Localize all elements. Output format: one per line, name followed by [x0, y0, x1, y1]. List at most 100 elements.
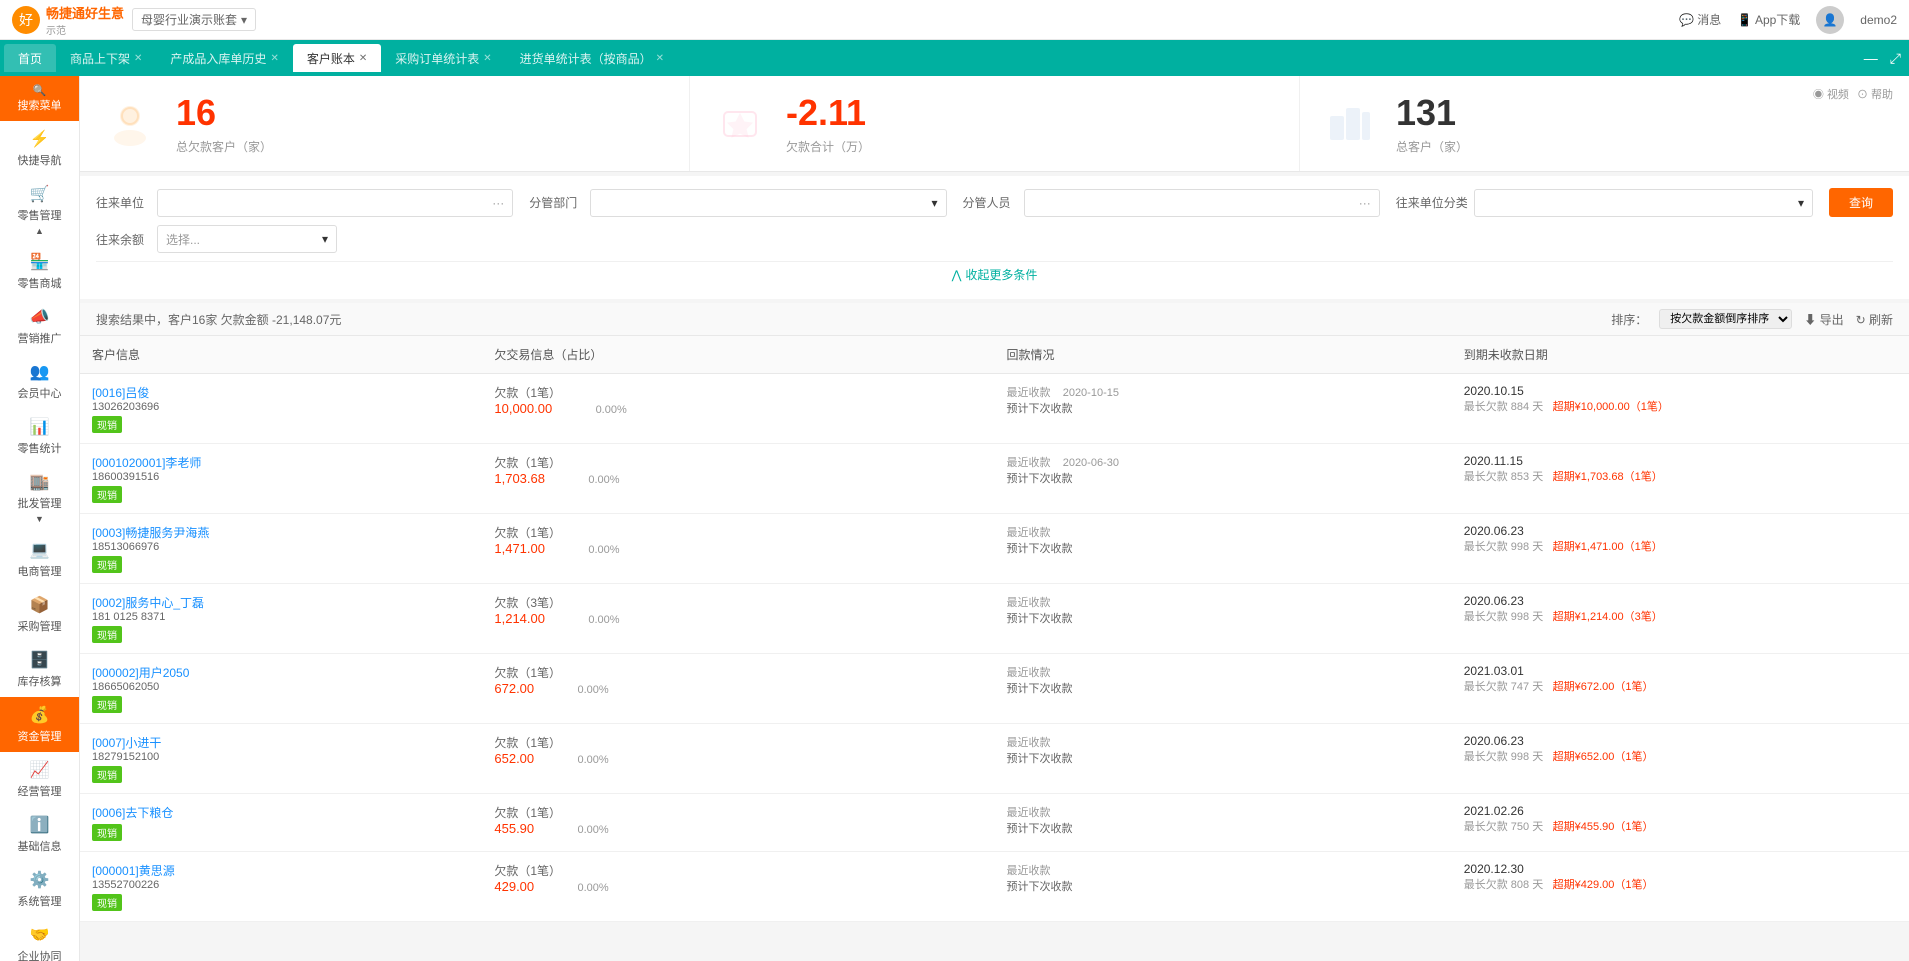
- filter-category-select[interactable]: ▾: [1474, 189, 1813, 217]
- debt-amount[interactable]: 455.90: [494, 821, 534, 836]
- debt-amount[interactable]: 429.00: [494, 879, 534, 894]
- debt-info-cell: 欠款（1笔） 429.00 0.00%: [482, 852, 994, 922]
- video-button[interactable]: ◉ 视频: [1813, 86, 1849, 102]
- customer-name[interactable]: [000001]黄思源: [92, 862, 470, 879]
- sidebar-search[interactable]: 🔍 搜索菜单: [0, 76, 79, 121]
- sort-label: 排序：: [1611, 311, 1647, 328]
- debt-amount[interactable]: 1,703.68: [494, 471, 545, 486]
- sidebar-item-ecommerce[interactable]: 💻 电商管理: [0, 532, 79, 587]
- debt-info-cell: 欠款（1笔） 10,000.00 0.00%: [482, 374, 994, 444]
- sidebar-item-retail-stats[interactable]: 📊 零售统计: [0, 409, 79, 464]
- refresh-button[interactable]: ↻ 刷新: [1856, 311, 1893, 328]
- company-selector[interactable]: 母婴行业演示账套 ▾: [132, 8, 256, 31]
- overdue-link[interactable]: 超期¥429.00（1笔）: [1553, 879, 1654, 891]
- tab-customer-account[interactable]: 客户账本 ✕: [293, 44, 381, 72]
- debt-ratio: 0.00%: [588, 614, 619, 626]
- retail-mgmt-arrow: ▲: [35, 226, 44, 236]
- tab-customer-label: 客户账本: [307, 50, 355, 67]
- overdue-link[interactable]: 超期¥652.00（1笔）: [1553, 751, 1654, 763]
- tab-purchase-close[interactable]: ✕: [483, 53, 491, 64]
- customer-name[interactable]: [0002]服务中心_丁磊: [92, 594, 470, 611]
- customer-name[interactable]: [0016]吕俊: [92, 384, 470, 401]
- system-icon: ⚙️: [30, 870, 50, 890]
- sidebar-item-enterprise[interactable]: 🤝 企业协同: [0, 917, 79, 961]
- overdue-link[interactable]: 超期¥10,000.00（1笔）: [1553, 401, 1669, 413]
- filter-balance-select[interactable]: 选择... ▾: [157, 225, 337, 253]
- debt-amount[interactable]: 652.00: [494, 751, 534, 766]
- customer-name[interactable]: [0006]去下粮仓: [92, 804, 470, 821]
- sidebar-item-retail-mgmt[interactable]: 🛒 零售管理 ▲: [0, 176, 79, 244]
- overdue-days: 最长欠款 750 天: [1464, 821, 1550, 833]
- overdue-link[interactable]: 超期¥455.90（1笔）: [1553, 821, 1654, 833]
- debt-amount[interactable]: 1,214.00: [494, 611, 545, 626]
- stat-icon-customers: [100, 94, 160, 154]
- recovery-next: 预计下次收款: [1006, 610, 1439, 626]
- filter-dept-label: 分管部门: [529, 194, 584, 211]
- sidebar-item-purchase[interactable]: 📦 采购管理: [0, 587, 79, 642]
- tab-production[interactable]: 产成品入库单历史 ✕: [156, 44, 292, 72]
- sidebar-item-retail-mall[interactable]: 🏪 零售商城: [0, 244, 79, 299]
- overdue-days: 最长欠款 998 天: [1464, 611, 1550, 623]
- sidebar-item-basic-info[interactable]: ℹ️ 基础信息: [0, 807, 79, 862]
- sidebar-item-marketing[interactable]: 📣 营销推广: [0, 299, 79, 354]
- export-button[interactable]: ⬇ 导出: [1804, 311, 1843, 328]
- overdue-link[interactable]: 超期¥1,471.00（1笔）: [1553, 541, 1663, 553]
- overdue-date: 2020.06.23: [1464, 594, 1897, 608]
- sidebar-item-finance[interactable]: 💰 资金管理: [0, 697, 79, 752]
- tab-goods-label: 进货单统计表（按商品）: [520, 50, 652, 67]
- filter-person-input[interactable]: ···: [1024, 189, 1380, 217]
- customer-name[interactable]: [000002]用户2050: [92, 664, 470, 681]
- debt-amount[interactable]: 10,000.00: [494, 401, 552, 416]
- filter-category: 往来单位分类 ▾: [1396, 189, 1813, 217]
- tab-maximize-icon[interactable]: ⤢: [1886, 48, 1905, 69]
- overdue-link[interactable]: 超期¥672.00（1笔）: [1553, 681, 1654, 693]
- overdue-date: 2020.11.15: [1464, 454, 1897, 468]
- customer-phone: 13026203696: [92, 401, 470, 413]
- collapse-button[interactable]: ⋀ 收起更多条件: [96, 261, 1893, 287]
- customer-badge: 现销: [92, 486, 122, 503]
- tab-purchase-order[interactable]: 采购订单统计表 ✕: [381, 44, 505, 72]
- tab-products-close[interactable]: ✕: [134, 53, 142, 64]
- customer-name[interactable]: [0003]畅捷服务尹海燕: [92, 524, 470, 541]
- sidebar-item-members[interactable]: 👥 会员中心: [0, 354, 79, 409]
- tab-goods-close[interactable]: ✕: [656, 53, 664, 64]
- customer-name[interactable]: [0007]小进干: [92, 734, 470, 751]
- customer-info-cell: [0007]小进干 18279152100 现销: [80, 724, 482, 794]
- sidebar-item-inventory[interactable]: 🗄️ 库存核算: [0, 642, 79, 697]
- search-button[interactable]: 查询: [1829, 188, 1893, 217]
- tab-minimize-icon[interactable]: —: [1860, 48, 1882, 69]
- filter-dept-select[interactable]: ▾: [590, 189, 946, 217]
- data-table-wrapper: 客户信息 欠交易信息（占比） 回款情况 到期未收款日期 [0016]吕俊 130…: [80, 336, 1909, 922]
- tab-production-close[interactable]: ✕: [270, 53, 278, 64]
- debt-amount[interactable]: 1,471.00: [494, 541, 545, 556]
- logo-subtitle: 示范: [46, 22, 124, 37]
- recovery-date: 最近收款: [1006, 664, 1439, 680]
- debt-amount[interactable]: 672.00: [494, 681, 534, 696]
- sidebar-item-wholesale-mgmt[interactable]: 🏬 批发管理 ▼: [0, 464, 79, 532]
- help-button[interactable]: ⊙ 帮助: [1857, 86, 1893, 102]
- tab-products[interactable]: 商品上下架 ✕: [56, 44, 156, 72]
- sidebar-item-business-mgmt[interactable]: 📈 经营管理: [0, 752, 79, 807]
- filter-source-input[interactable]: ···: [157, 189, 513, 217]
- stat-body-debt: -2.11 欠款合计（万）: [786, 92, 870, 155]
- customer-name[interactable]: [0001020001]李老师: [92, 454, 470, 471]
- table-row: [000002]用户2050 18665062050 现销 欠款（1笔） 672…: [80, 654, 1909, 724]
- sidebar-item-quick-nav[interactable]: ⚡ 快捷导航: [0, 121, 79, 176]
- overdue-link[interactable]: 超期¥1,703.68（1笔）: [1553, 471, 1663, 483]
- avatar[interactable]: 👤: [1816, 6, 1844, 34]
- stat-number-customers: 16: [176, 92, 272, 134]
- stat-number-total: 131: [1396, 92, 1468, 134]
- customer-phone: 18279152100: [92, 751, 470, 763]
- overdue-link[interactable]: 超期¥1,214.00（3笔）: [1553, 611, 1663, 623]
- overdue-cell: 2021.03.01 最长欠款 747 天 超期¥672.00（1笔）: [1452, 654, 1909, 724]
- result-actions: 排序： 按欠款金额倒序排序 ⬇ 导出 ↻ 刷新: [1611, 309, 1893, 329]
- sort-select[interactable]: 按欠款金额倒序排序: [1659, 309, 1792, 329]
- tab-goods-stats[interactable]: 进货单统计表（按商品） ✕: [506, 44, 678, 72]
- collapse-label: 收起更多条件: [965, 266, 1037, 283]
- app-download-button[interactable]: 📱 App下载: [1737, 11, 1800, 28]
- sidebar-item-system[interactable]: ⚙️ 系统管理: [0, 862, 79, 917]
- message-button[interactable]: 💬 消息: [1679, 11, 1721, 28]
- tab-home[interactable]: 首页: [4, 44, 56, 72]
- stat-icon-total: [1320, 94, 1380, 154]
- tab-customer-close[interactable]: ✕: [359, 53, 367, 64]
